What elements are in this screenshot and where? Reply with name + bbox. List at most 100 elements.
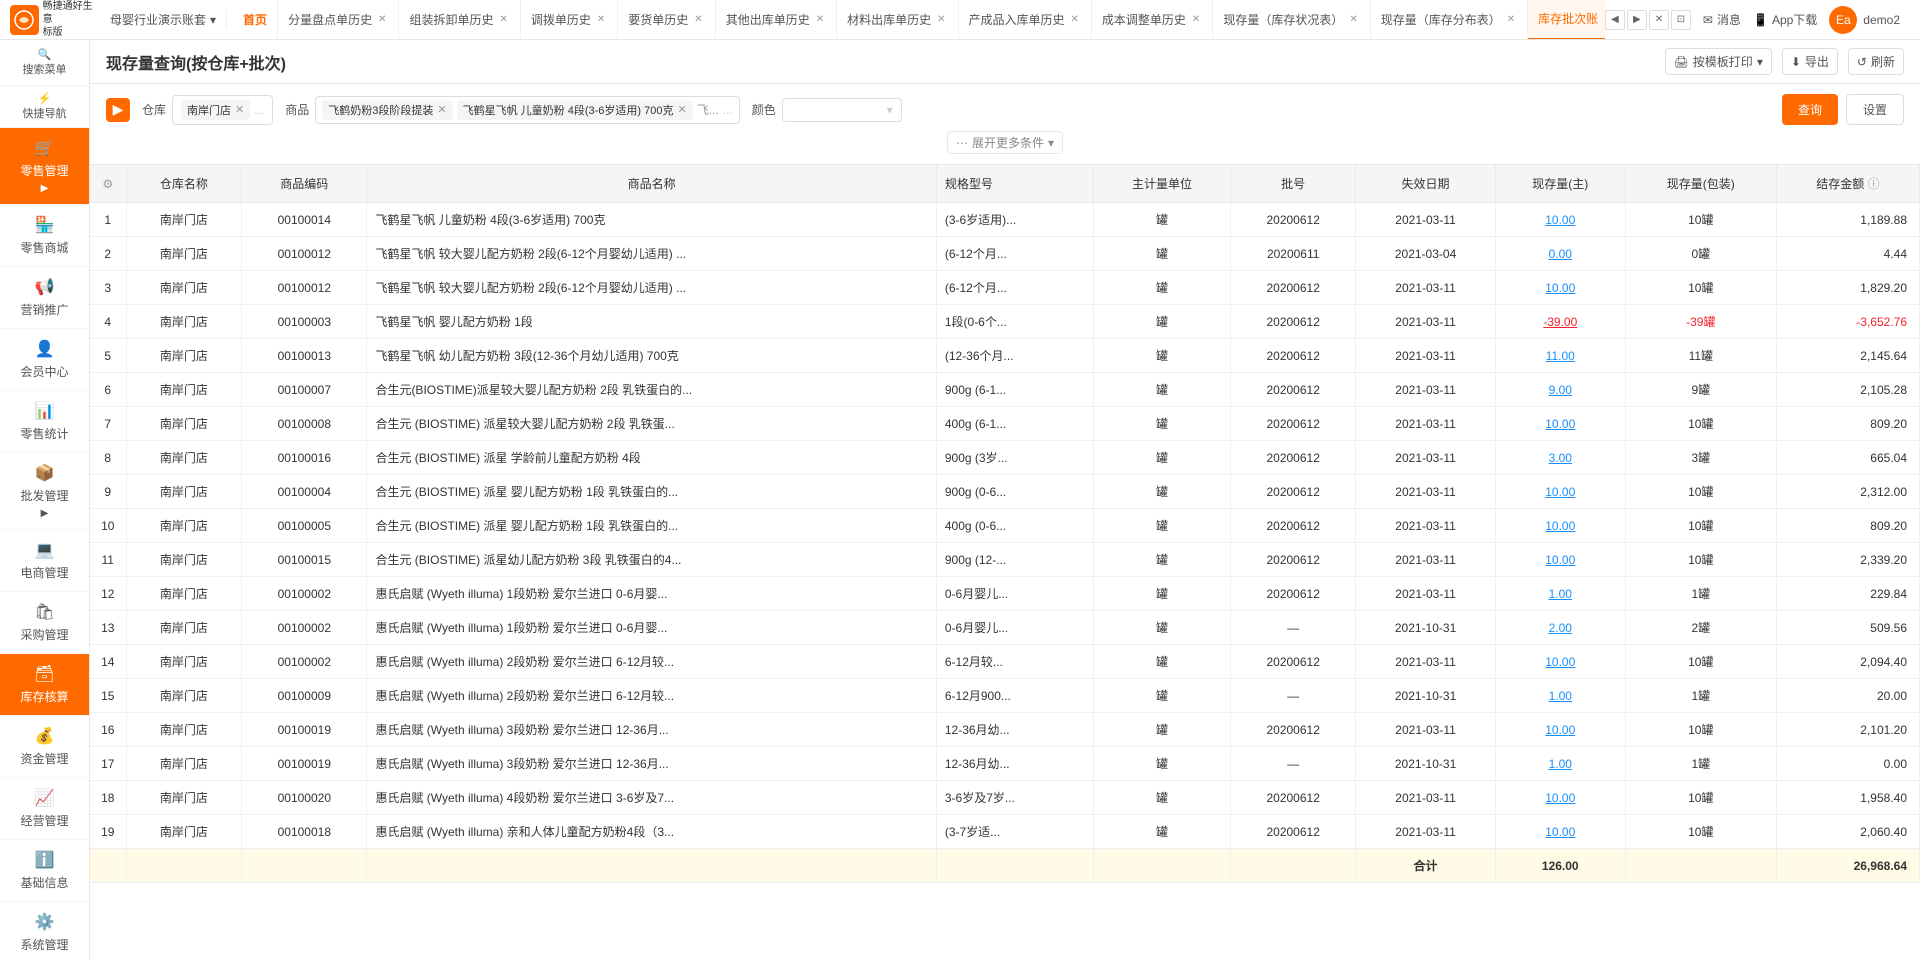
nav-next[interactable]: ▶	[1627, 10, 1647, 30]
row-qty-main[interactable]: 10.00	[1495, 543, 1625, 577]
color-input[interactable]: ▾	[782, 98, 902, 122]
sidebar-item-retail-mall[interactable]: 🏪 零售商城	[0, 205, 89, 267]
print-btn[interactable]: 🖨 按模板打印 ▾	[1665, 48, 1772, 75]
tab-8[interactable]: 成本调整单历史 ✕	[1092, 0, 1213, 39]
filter-expand-btn[interactable]: ▶	[106, 98, 130, 122]
product-tag-0-close[interactable]: ✕	[437, 103, 446, 116]
sidebar-item-ops[interactable]: 📈 经营管理	[0, 778, 89, 840]
sidebar-item-basic[interactable]: ℹ️ 基础信息	[0, 840, 89, 902]
total-empty-8	[1625, 849, 1776, 883]
sidebar-item-wholesale[interactable]: 📦 批发管理 ▶	[0, 453, 89, 530]
row-unit: 罐	[1094, 339, 1231, 373]
row-qty-pkg: 9罐	[1625, 373, 1776, 407]
row-qty-main[interactable]: 1.00	[1495, 577, 1625, 611]
color-dropdown-icon: ▾	[887, 103, 893, 117]
tab-2[interactable]: 组装拆卸单历史 ✕	[399, 0, 520, 39]
tab-home[interactable]: 首页	[233, 0, 278, 39]
row-qty-main[interactable]: 0.00	[1495, 237, 1625, 271]
row-qty-main[interactable]: 10.00	[1495, 271, 1625, 305]
nav-close[interactable]: ✕	[1649, 10, 1669, 30]
tab-close-8[interactable]: ✕	[1190, 12, 1202, 27]
sidebar-item-marketing[interactable]: 📢 营销推广	[0, 267, 89, 329]
row-qty-main[interactable]: 10.00	[1495, 645, 1625, 679]
tab-close-7[interactable]: ✕	[1069, 12, 1081, 27]
row-qty-main[interactable]: 10.00	[1495, 475, 1625, 509]
tab-1[interactable]: 分量盘点单历史 ✕	[278, 0, 399, 39]
tab-close-6[interactable]: ✕	[935, 12, 947, 27]
row-qty-main[interactable]: 2.00	[1495, 611, 1625, 645]
total-row: 合计 126.00 26,968.64	[90, 849, 1920, 883]
product-input[interactable]: 飞鹤奶粉3段阶段提装 ✕ 飞鹤星飞帆 儿童奶粉 4段(3-6岁适用) 700克 …	[315, 96, 739, 124]
app-download-btn[interactable]: 📱 App下载	[1753, 11, 1817, 28]
sidebar-item-finance[interactable]: 💰 资金管理	[0, 716, 89, 778]
row-qty-pkg: 10罐	[1625, 645, 1776, 679]
table-row: 3 南岸门店 00100012 飞鹤星飞帆 较大婴儿配方奶粉 2段(6-12个月…	[90, 271, 1920, 305]
sidebar-item-member[interactable]: 👤 会员中心	[0, 329, 89, 391]
row-batch: —	[1231, 679, 1356, 713]
tab-4[interactable]: 要货单历史 ✕	[618, 0, 715, 39]
tab-close-5[interactable]: ✕	[814, 12, 826, 27]
message-btn[interactable]: ✉ 消息	[1703, 11, 1741, 28]
row-spec: (12-36个月...	[936, 339, 1093, 373]
tab-close-3[interactable]: ✕	[595, 12, 607, 27]
print-dropdown-icon: ▾	[1757, 55, 1763, 69]
row-qty-main[interactable]: 3.00	[1495, 441, 1625, 475]
row-code: 00100018	[242, 815, 367, 849]
row-spec: (3-6岁适用)...	[936, 203, 1093, 237]
row-unit: 罐	[1094, 611, 1231, 645]
sidebar-item-stats[interactable]: 📊 零售统计	[0, 391, 89, 453]
warehouse-filter-group: 仓库 南岸门店 ✕ ...	[142, 95, 273, 125]
sidebar-quick-nav[interactable]: ⚡ 快捷导航	[0, 86, 89, 128]
sidebar-search[interactable]: 🔍 搜索菜单	[0, 40, 89, 86]
tab-3[interactable]: 调拨单历史 ✕	[521, 0, 618, 39]
row-qty-main[interactable]: 10.00	[1495, 781, 1625, 815]
query-btn[interactable]: 查询	[1782, 94, 1838, 125]
row-batch: 20200612	[1231, 271, 1356, 305]
tab-6[interactable]: 材料出库单历史 ✕	[837, 0, 958, 39]
expand-more-btn[interactable]: ⋯ 展开更多条件 ▾	[947, 131, 1063, 154]
row-qty-main[interactable]: 9.00	[1495, 373, 1625, 407]
tab-5[interactable]: 其他出库单历史 ✕	[716, 0, 837, 39]
product-tag-1-close[interactable]: ✕	[677, 103, 686, 116]
row-amount: 20.00	[1776, 679, 1919, 713]
nav-icon: ⚡	[38, 93, 52, 105]
tab-close-4[interactable]: ✕	[692, 12, 704, 27]
sidebar-item-purchase[interactable]: 🛍 采购管理	[0, 592, 89, 654]
row-qty-main[interactable]: 10.00	[1495, 509, 1625, 543]
row-qty-main[interactable]: 10.00	[1495, 815, 1625, 849]
table-settings-icon[interactable]: ⚙	[102, 177, 113, 191]
sidebar: 🔍 搜索菜单 ⚡ 快捷导航 🛒 零售管理 ▶ 🏪 零售商城 📢 营销推广 👤 会…	[0, 40, 90, 960]
tab-close-2[interactable]: ✕	[497, 12, 509, 27]
refresh-btn[interactable]: ↺ 刷新	[1848, 48, 1904, 75]
row-qty-main[interactable]: -39.00	[1495, 305, 1625, 339]
sidebar-item-inventory[interactable]: 🗃 库存核算	[0, 654, 89, 716]
row-qty-main[interactable]: 10.00	[1495, 407, 1625, 441]
row-expire: 2021-03-11	[1356, 543, 1495, 577]
tab-close-1[interactable]: ✕	[376, 12, 388, 27]
tab-close-10[interactable]: ✕	[1505, 12, 1517, 27]
row-qty-main[interactable]: 10.00	[1495, 203, 1625, 237]
tab-7[interactable]: 产成品入库单历史 ✕	[959, 0, 1092, 39]
sidebar-item-retail-mgmt[interactable]: 🛒 零售管理 ▶	[0, 128, 89, 205]
color-label: 颜色	[752, 101, 776, 118]
amount-info-icon[interactable]: ⓘ	[1868, 177, 1880, 191]
warehouse-input[interactable]: 南岸门店 ✕ ...	[172, 95, 273, 125]
warehouse-tag-close[interactable]: ✕	[235, 103, 244, 116]
sidebar-item-system[interactable]: ⚙️ 系统管理	[0, 902, 89, 960]
tab-11[interactable]: 库存批次账 ✕	[1528, 0, 1605, 39]
row-qty-main[interactable]: 10.00	[1495, 713, 1625, 747]
row-qty-main[interactable]: 11.00	[1495, 339, 1625, 373]
table-row: 1 南岸门店 00100014 飞鹤星飞帆 儿童奶粉 4段(3-6岁适用) 70…	[90, 203, 1920, 237]
nav-prev[interactable]: ◀	[1605, 10, 1625, 30]
tab-9[interactable]: 现存量（库存状况表） ✕	[1213, 0, 1370, 39]
export-btn[interactable]: ⬇ 导出	[1782, 48, 1838, 75]
sidebar-item-ecommerce[interactable]: 💻 电商管理	[0, 530, 89, 592]
tab-10[interactable]: 现存量（库存分布表） ✕	[1371, 0, 1528, 39]
warehouse-ellipsis: ...	[254, 103, 264, 117]
settings-btn[interactable]: 设置	[1846, 94, 1904, 125]
row-qty-main[interactable]: 1.00	[1495, 679, 1625, 713]
row-qty-main[interactable]: 1.00	[1495, 747, 1625, 781]
user-area[interactable]: Ea demo2	[1829, 6, 1900, 34]
nav-expand[interactable]: ⊡	[1671, 10, 1691, 30]
tab-close-9[interactable]: ✕	[1347, 12, 1359, 27]
